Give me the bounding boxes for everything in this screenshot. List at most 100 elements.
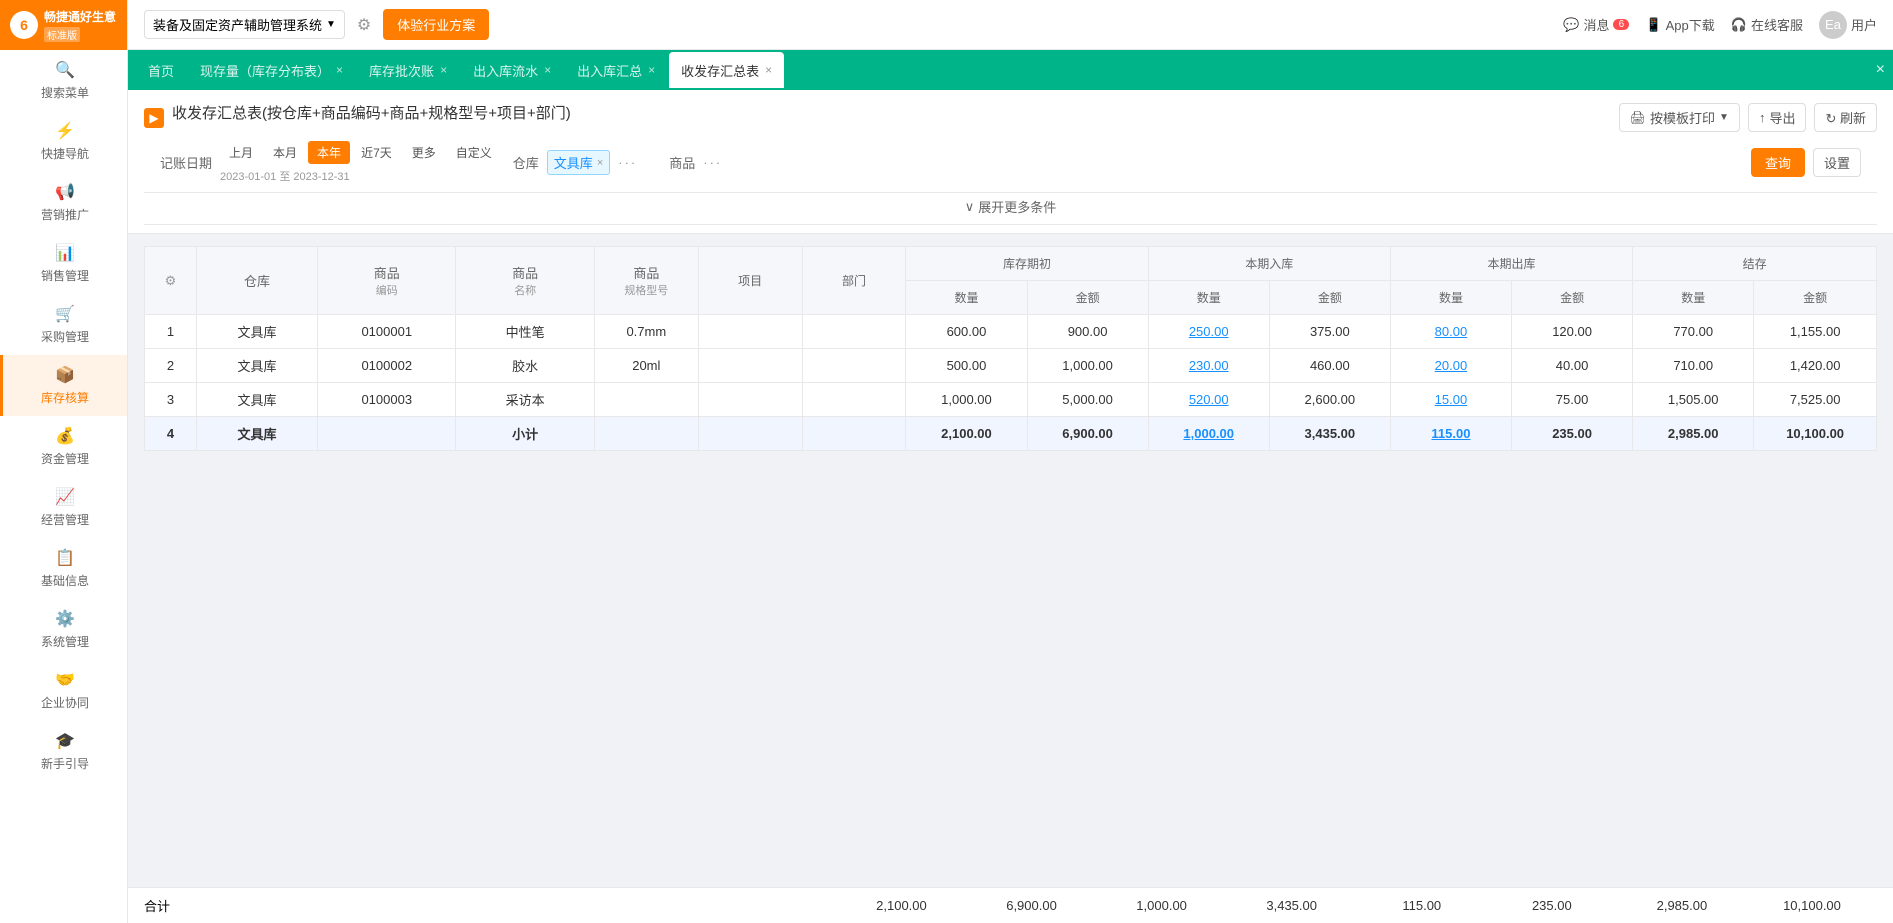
- app-download-button[interactable]: 📱 App下载: [1645, 15, 1714, 34]
- sidebar-label-collab: 企业协同: [41, 694, 89, 711]
- goods-filter-section: 商品 ···: [669, 153, 722, 172]
- expand-conditions-row: ∨ 展开更多条件: [144, 193, 1877, 225]
- sidebar-label-operations: 经营管理: [41, 511, 89, 528]
- sidebar-logo: 6 畅捷通好生意 标准版: [0, 0, 127, 50]
- tab-summary-close[interactable]: ×: [648, 63, 655, 77]
- main-content: 装备及固定资产辅助管理系统 ▼ ⚙ 体验行业方案 💬 消息 6 📱 App下载 …: [128, 0, 1893, 923]
- tab-recv-send-close[interactable]: ×: [765, 63, 772, 77]
- tab-batch[interactable]: 库存批次账 ×: [357, 52, 459, 88]
- page-header: ▶ 收发存汇总表(按仓库+商品编码+商品+规格型号+项目+部门) 🖨 按模板打印…: [128, 90, 1893, 234]
- total-cells: 2,100.00 6,900.00 1,000.00 3,435.00 115.…: [186, 898, 1877, 913]
- total-in-amt: 3,435.00: [1227, 898, 1357, 913]
- print-button[interactable]: 🖨 按模板打印 ▼: [1619, 103, 1740, 132]
- cell-spec: [594, 383, 698, 417]
- warehouse-more-button[interactable]: ···: [618, 155, 637, 170]
- cell-warehouse: 文具库: [196, 417, 317, 451]
- out-qty-link[interactable]: 15.00: [1435, 392, 1468, 407]
- warehouse-tag-remove[interactable]: ×: [597, 157, 603, 169]
- chevron-down-icon: ▼: [1719, 112, 1729, 123]
- print-label: 按模板打印: [1650, 108, 1715, 127]
- refresh-button[interactable]: ↻ 刷新: [1814, 103, 1877, 132]
- sidebar-item-collab[interactable]: 🤝 企业协同: [0, 660, 127, 721]
- data-table: ⚙ 仓库 商品 编码 商品 名称: [144, 246, 1877, 451]
- out-qty-link[interactable]: 20.00: [1435, 358, 1468, 373]
- cell-in-amt: 375.00: [1269, 315, 1390, 349]
- sidebar-item-sales[interactable]: 📊 销售管理: [0, 233, 127, 294]
- cell-spec: 20ml: [594, 349, 698, 383]
- sidebar-item-inventory[interactable]: 📦 库存核算: [0, 355, 127, 416]
- cell-out-qty: 15.00: [1390, 383, 1511, 417]
- total-opening-amt: 6,900.00: [966, 898, 1096, 913]
- tab-stock-dist-close[interactable]: ×: [336, 63, 343, 77]
- date-option-7days[interactable]: 近7天: [352, 141, 401, 164]
- avatar: Ea: [1819, 11, 1847, 39]
- total-spacer4: [576, 898, 706, 913]
- in-qty-link[interactable]: 250.00: [1189, 324, 1229, 339]
- tab-batch-close[interactable]: ×: [440, 63, 447, 77]
- tab-stock-dist-label: 现存量（库存分布表）: [200, 61, 330, 80]
- out-qty-link[interactable]: 115.00: [1431, 426, 1470, 441]
- total-out-amt: 235.00: [1487, 898, 1617, 913]
- messages-button[interactable]: 💬 消息 6: [1563, 15, 1629, 34]
- date-option-more[interactable]: 更多: [403, 141, 445, 164]
- refresh-icon: ↻: [1825, 111, 1836, 126]
- online-service-button[interactable]: 🎧 在线客服: [1731, 15, 1803, 34]
- cell-opening-amt: 900.00: [1027, 315, 1148, 349]
- cell-dept: [802, 349, 906, 383]
- tab-home[interactable]: 首页: [136, 52, 186, 88]
- sidebar-item-system[interactable]: ⚙️ 系统管理: [0, 599, 127, 660]
- purchase-icon: 🛒: [55, 304, 75, 324]
- system-selector[interactable]: 装备及固定资产辅助管理系统 ▼: [144, 10, 345, 39]
- chevron-down-icon: ∨: [965, 199, 975, 215]
- cell-out-amt: 75.00: [1512, 383, 1633, 417]
- user-menu-button[interactable]: Ea 用户: [1819, 11, 1877, 39]
- tab-flow-close[interactable]: ×: [544, 63, 551, 77]
- cell-code: [318, 417, 456, 451]
- date-option-this-year[interactable]: 本年: [308, 141, 350, 164]
- in-qty-link[interactable]: 520.00: [1189, 392, 1229, 407]
- expand-conditions-button[interactable]: ∨ 展开更多条件: [965, 197, 1057, 216]
- cell-opening-amt: 6,900.00: [1027, 417, 1148, 451]
- sidebar-item-finance[interactable]: 💰 资金管理: [0, 416, 127, 477]
- sidebar-item-purchase[interactable]: 🛒 采购管理: [0, 294, 127, 355]
- sidebar-label-finance: 资金管理: [41, 450, 89, 467]
- sidebar-item-quick-nav[interactable]: ⚡ 快捷导航: [0, 111, 127, 172]
- export-button[interactable]: ↑ 导出: [1748, 103, 1807, 132]
- logo-icon: 6: [10, 11, 38, 39]
- in-qty-link[interactable]: 1,000.00: [1183, 426, 1234, 441]
- th-out-amt: 金额: [1512, 281, 1633, 315]
- goods-more-button[interactable]: ···: [703, 155, 722, 170]
- expand-sidebar-button[interactable]: ▶: [144, 108, 164, 128]
- date-options-row: 上月 本月 本年 近7天 更多 自定义: [220, 141, 501, 164]
- sidebar-item-search[interactable]: 🔍 搜索菜单: [0, 50, 127, 111]
- tab-summary[interactable]: 出入库汇总 ×: [565, 52, 667, 88]
- tabbar: 首页 现存量（库存分布表） × 库存批次账 × 出入库流水 × 出入库汇总 × …: [128, 50, 1893, 90]
- basic-icon: 📋: [55, 548, 75, 568]
- tab-stock-dist[interactable]: 现存量（库存分布表） ×: [188, 52, 355, 88]
- cell-code: 0100002: [318, 349, 456, 383]
- total-label: 合计: [144, 896, 170, 915]
- sidebar-item-guide[interactable]: 🎓 新手引导: [0, 721, 127, 782]
- finance-icon: 💰: [55, 426, 75, 446]
- table-settings-icon[interactable]: ⚙: [165, 273, 177, 288]
- sidebar-label-marketing: 营销推广: [41, 206, 89, 223]
- th-out-qty: 数量: [1390, 281, 1511, 315]
- tab-flow[interactable]: 出入库流水 ×: [461, 52, 563, 88]
- sidebar-item-marketing[interactable]: 📢 营销推广: [0, 172, 127, 233]
- in-qty-link[interactable]: 230.00: [1189, 358, 1229, 373]
- trial-button[interactable]: 体验行业方案: [383, 9, 489, 40]
- cell-project: [698, 383, 802, 417]
- search-icon: 🔍: [55, 60, 75, 80]
- date-option-last-month[interactable]: 上月: [220, 141, 262, 164]
- settings-btn[interactable]: 设置: [1813, 148, 1861, 177]
- date-option-this-month[interactable]: 本月: [264, 141, 306, 164]
- sidebar-item-operations[interactable]: 📈 经营管理: [0, 477, 127, 538]
- out-qty-link[interactable]: 80.00: [1435, 324, 1468, 339]
- query-button[interactable]: 查询: [1751, 148, 1805, 177]
- cell-closing-amt: 10,100.00: [1754, 417, 1877, 451]
- close-all-tabs-button[interactable]: ×: [1876, 61, 1885, 79]
- date-option-custom[interactable]: 自定义: [447, 141, 501, 164]
- sidebar-item-basic[interactable]: 📋 基础信息: [0, 538, 127, 599]
- gear-icon[interactable]: ⚙: [357, 15, 371, 35]
- tab-recv-send[interactable]: 收发存汇总表 ×: [669, 52, 784, 88]
